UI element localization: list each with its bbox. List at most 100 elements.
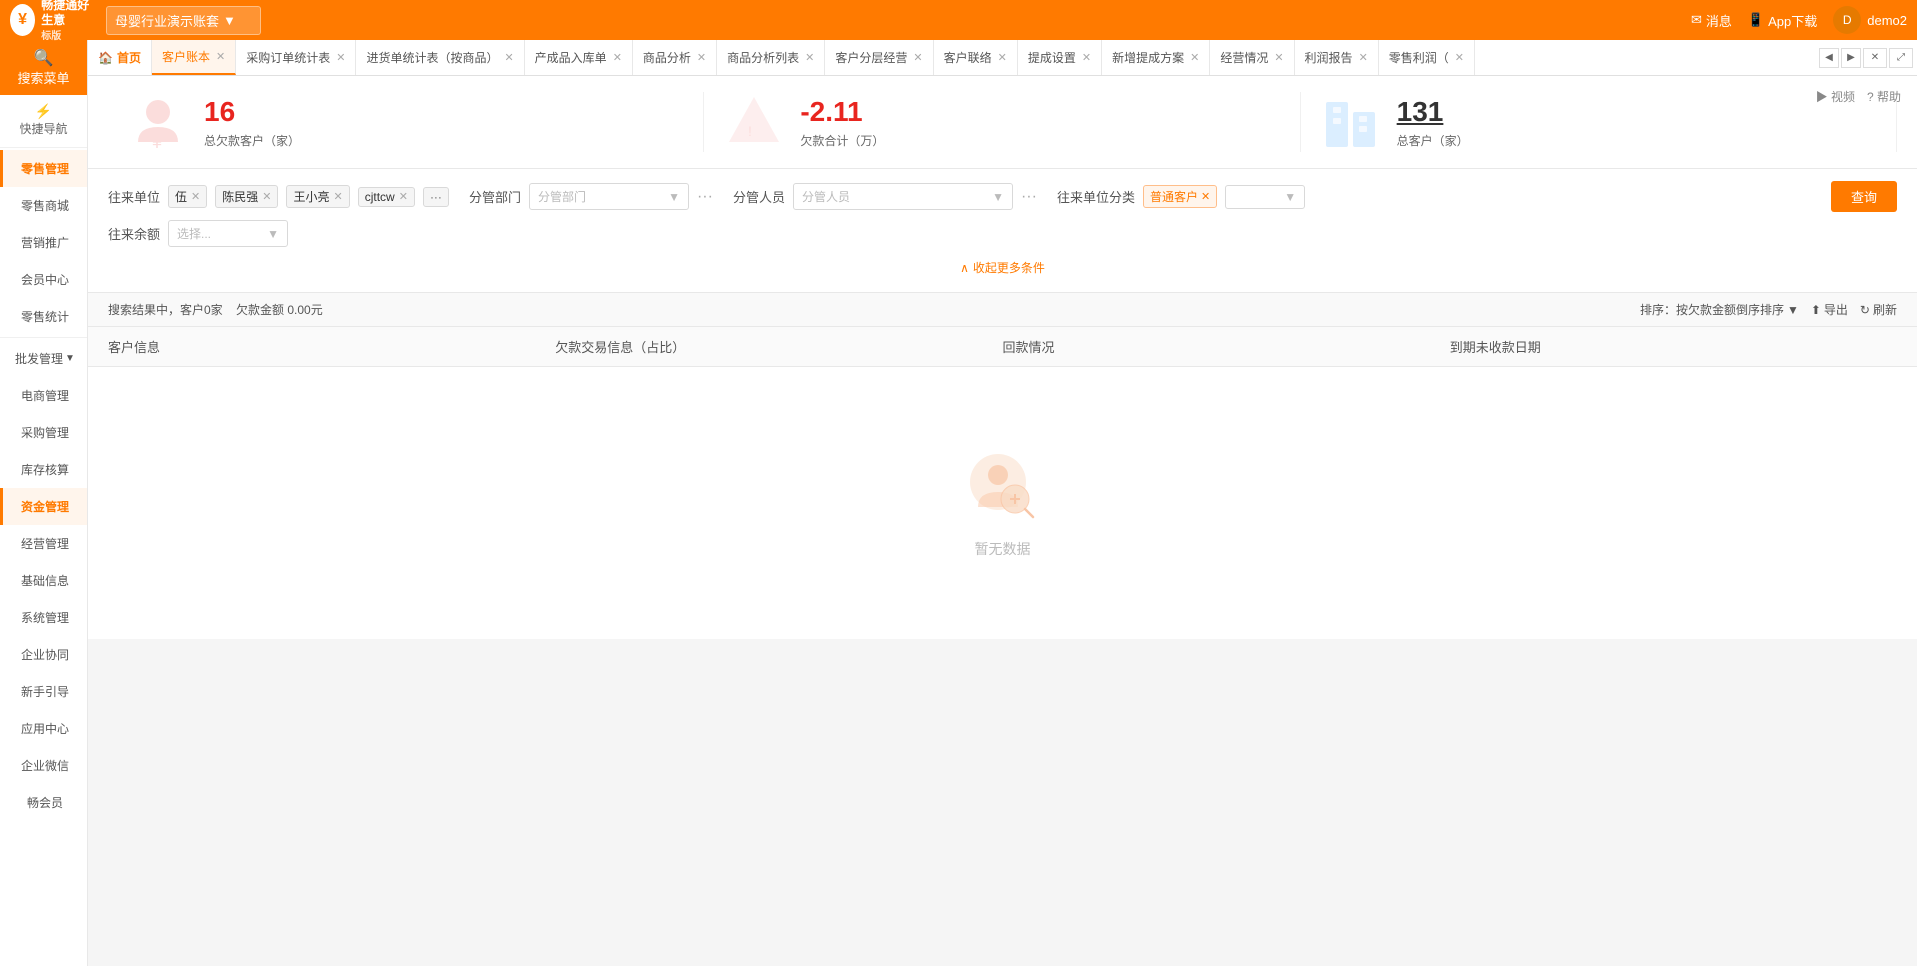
tab-prev-btn[interactable]: ◀ xyxy=(1819,48,1839,68)
person-filter-select[interactable]: 分管人员 ▼ xyxy=(793,183,1013,210)
dept-filter-more[interactable]: ··· xyxy=(697,188,713,206)
sidebar-item-system[interactable]: 系统管理 xyxy=(0,599,87,636)
overdue-customers-value: 16 xyxy=(204,96,300,128)
results-right: 排序：按欠款金额倒序排序 ▼ ⬆ 导出 ↻ 刷新 xyxy=(1640,301,1897,318)
remove-tag-2[interactable]: ✕ xyxy=(334,190,343,203)
filter-category-tag[interactable]: 普通客户 ✕ xyxy=(1143,185,1217,208)
logo-area: ¥ 畅捷通好生意 标版 xyxy=(10,0,98,42)
sidebar-item-retail-mgmt[interactable]: 零售管理 xyxy=(0,150,87,187)
tab-close-all-btn[interactable]: ✕ xyxy=(1863,48,1887,68)
table-header: 客户信息 欠款交易信息（占比） 回款情况 到期未收款日期 xyxy=(88,327,1917,367)
overdue-customers-icon: ¥ xyxy=(128,92,188,152)
dept-filter-select[interactable]: 分管部门 ▼ xyxy=(529,183,689,210)
close-icon[interactable]: ✕ xyxy=(1359,51,1368,64)
tab-customer-contact[interactable]: 客户联络 ✕ xyxy=(934,40,1018,75)
app-download-btn[interactable]: 📱 App下载 xyxy=(1748,11,1817,30)
category-filter-select[interactable]: ▼ xyxy=(1225,185,1305,209)
tab-next-btn[interactable]: ▶ xyxy=(1841,48,1861,68)
tab-purchase-stats[interactable]: 进货单统计表（按商品） ✕ xyxy=(356,40,524,75)
total-customers-value: 131 xyxy=(1397,96,1469,128)
sidebar-item-basic-info[interactable]: 基础信息 xyxy=(0,562,87,599)
sidebar-item-wholesale[interactable]: 批发管理 ▼ xyxy=(0,340,87,377)
tab-arrows: ◀ ▶ ✕ ⤢ xyxy=(1815,48,1917,68)
tab-bar: 🏠 首页 客户账本 ✕ 采购订单统计表 ✕ 进货单统计表（按商品） ✕ 产成品入… xyxy=(88,40,1917,76)
summary-card-overdue-amount: ! -2.11 欠款合计（万） xyxy=(704,92,1300,152)
collapse-filters-btn[interactable]: ∧ 收起更多条件 xyxy=(108,255,1897,280)
dept-filter-label: 分管部门 xyxy=(469,187,521,206)
avatar: D xyxy=(1833,6,1861,34)
tab-production[interactable]: 产成品入库单 ✕ xyxy=(525,40,633,75)
tab-commission-settings[interactable]: 提成设置 ✕ xyxy=(1018,40,1102,75)
svg-text:!: ! xyxy=(748,123,752,139)
sidebar-item-ecommerce[interactable]: 电商管理 xyxy=(0,377,87,414)
empty-icon xyxy=(963,447,1043,527)
sidebar-item-member[interactable]: 畅会员 xyxy=(0,784,87,821)
export-btn[interactable]: ⬆ 导出 xyxy=(1811,301,1848,318)
close-icon[interactable]: ✕ xyxy=(913,51,922,64)
sidebar-item-retail-stats[interactable]: 零售统计 xyxy=(0,298,87,335)
user-area[interactable]: D demo2 xyxy=(1833,6,1907,34)
close-icon[interactable]: ✕ xyxy=(1274,51,1283,64)
filter-tag-unit-3[interactable]: cjttcw ✕ xyxy=(358,187,415,207)
tab-customer-layer[interactable]: 客户分层经营 ✕ xyxy=(825,40,933,75)
sidebar: 🔍 搜索菜单 ⚡ 快捷导航 零售管理 零售商城 营销推广 会员中心 零售统计 批… xyxy=(0,40,88,966)
sidebar-item-guide[interactable]: 新手引导 xyxy=(0,673,87,710)
close-icon[interactable]: ✕ xyxy=(1082,51,1091,64)
question-icon: ? xyxy=(1867,90,1874,104)
sidebar-item-app-center[interactable]: 应用中心 xyxy=(0,710,87,747)
tab-home[interactable]: 🏠 首页 xyxy=(88,40,152,75)
tab-operations[interactable]: 经营情况 ✕ xyxy=(1210,40,1294,75)
close-icon[interactable]: ✕ xyxy=(613,51,622,64)
video-help-btn[interactable]: ▶ 视频 xyxy=(1816,88,1855,105)
close-icon[interactable]: ✕ xyxy=(216,50,225,63)
remove-tag-0[interactable]: ✕ xyxy=(191,190,200,203)
sidebar-item-enterprise[interactable]: 企业协同 xyxy=(0,636,87,673)
sidebar-item-member-center[interactable]: 会员中心 xyxy=(0,261,87,298)
results-bar: 搜索结果中，客户0家 欠款金额 0.00元 排序：按欠款金额倒序排序 ▼ ⬆ 导… xyxy=(88,293,1917,327)
sidebar-item-wechat[interactable]: 企业微信 xyxy=(0,747,87,784)
tab-new-commission[interactable]: 新增提成方案 ✕ xyxy=(1102,40,1210,75)
query-button[interactable]: 查询 xyxy=(1831,181,1897,212)
close-icon[interactable]: ✕ xyxy=(998,51,1007,64)
dropdown-icon-4: ▼ xyxy=(267,227,279,241)
close-icon[interactable]: ✕ xyxy=(805,51,814,64)
sidebar-quicknav[interactable]: ⚡ 快捷导航 xyxy=(0,95,87,145)
chevron-down-icon: ▼ xyxy=(65,353,75,364)
filter-tag-more[interactable]: ··· xyxy=(423,187,449,207)
dropdown-icon-2: ▼ xyxy=(992,190,1004,204)
remove-category-tag[interactable]: ✕ xyxy=(1201,190,1210,203)
tab-product-analysis-list[interactable]: 商品分析列表 ✕ xyxy=(717,40,825,75)
filter-tag-unit-2[interactable]: 王小亮 ✕ xyxy=(286,185,349,208)
message-btn[interactable]: ✉ 消息 xyxy=(1691,11,1732,30)
filter-tag-unit-0[interactable]: 伍 ✕ xyxy=(168,185,207,208)
remove-tag-1[interactable]: ✕ xyxy=(262,190,271,203)
tab-customer-ledger[interactable]: 客户账本 ✕ xyxy=(152,40,236,75)
close-icon[interactable]: ✕ xyxy=(336,51,345,64)
tab-expand-btn[interactable]: ⤢ xyxy=(1889,48,1913,68)
close-icon[interactable]: ✕ xyxy=(1455,51,1464,64)
tab-retail-profit[interactable]: 零售利润（ ✕ xyxy=(1379,40,1475,75)
remove-tag-3[interactable]: ✕ xyxy=(399,190,408,203)
close-icon[interactable]: ✕ xyxy=(504,51,513,64)
sidebar-item-finance[interactable]: 资金管理 xyxy=(0,488,87,525)
sidebar-item-purchase[interactable]: 采购管理 xyxy=(0,414,87,451)
sort-selector[interactable]: 排序：按欠款金额倒序排序 ▼ xyxy=(1640,301,1799,318)
balance-filter-select[interactable]: 选择... ▼ xyxy=(168,220,288,247)
refresh-btn[interactable]: ↻ 刷新 xyxy=(1860,301,1897,318)
tab-purchase-order[interactable]: 采购订单统计表 ✕ xyxy=(236,40,356,75)
layout: 🔍 搜索菜单 ⚡ 快捷导航 零售管理 零售商城 营销推广 会员中心 零售统计 批… xyxy=(0,40,1917,966)
sidebar-item-retail-mall[interactable]: 零售商城 xyxy=(0,187,87,224)
help-btn[interactable]: ? 帮助 xyxy=(1867,88,1901,105)
person-filter-more[interactable]: ··· xyxy=(1021,188,1037,206)
sidebar-item-inventory[interactable]: 库存核算 xyxy=(0,451,87,488)
close-icon[interactable]: ✕ xyxy=(1190,51,1199,64)
sidebar-search-btn[interactable]: 🔍 搜索菜单 xyxy=(0,40,87,95)
filter-tag-unit-1[interactable]: 陈民强 ✕ xyxy=(215,185,278,208)
chevron-up-icon: ∧ xyxy=(960,261,969,275)
company-selector[interactable]: 母婴行业演示账套 ▼ xyxy=(106,6,261,35)
tab-profit-report[interactable]: 利润报告 ✕ xyxy=(1295,40,1379,75)
sidebar-item-operation[interactable]: 经营管理 xyxy=(0,525,87,562)
close-icon[interactable]: ✕ xyxy=(697,51,706,64)
sidebar-item-marketing[interactable]: 营销推广 xyxy=(0,224,87,261)
tab-product-analysis[interactable]: 商品分析 ✕ xyxy=(633,40,717,75)
